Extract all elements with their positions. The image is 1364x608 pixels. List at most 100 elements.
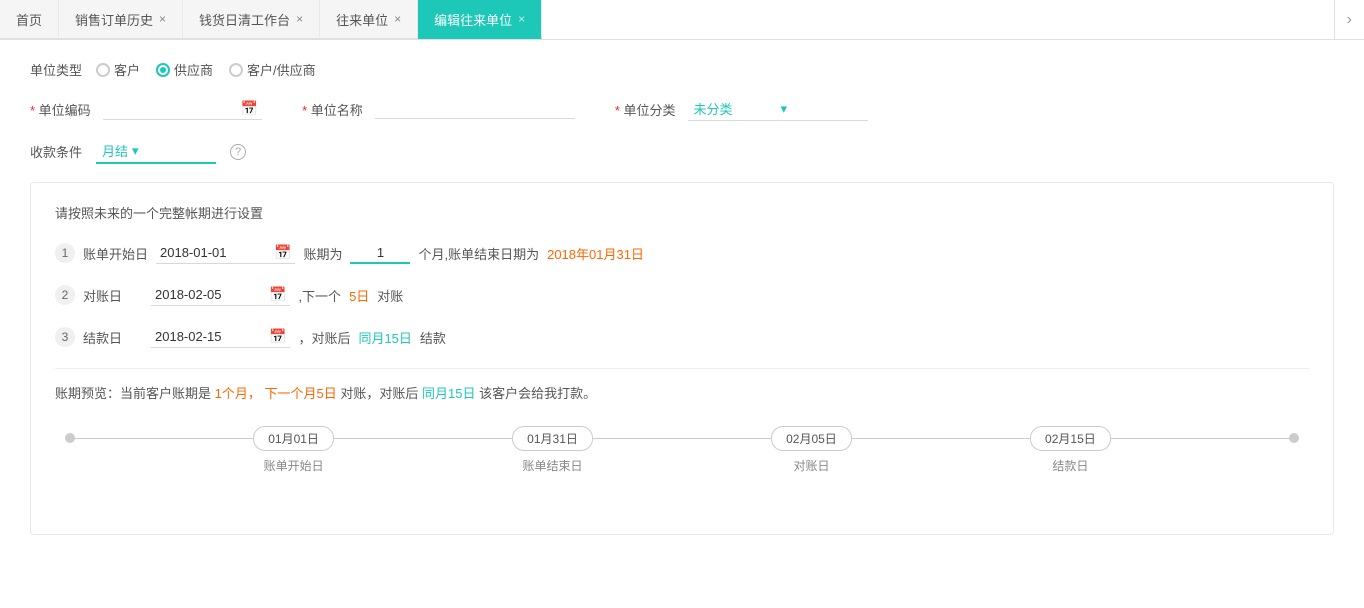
unit-code-field: 单位编码 000001 📅 [30, 98, 262, 120]
reconcile-date-input-wrapper: 📅 [151, 284, 290, 306]
tab-cash-work-label: 钱货日清工作台 [199, 10, 290, 29]
timeline-node-3: 02月05日 对账日 [771, 426, 852, 474]
tab-home-label: 首页 [16, 10, 42, 29]
calendar-icon-code[interactable]: 📅 [241, 100, 258, 117]
tab-home[interactable]: 首页 [0, 0, 59, 39]
timeline-badge-2: 01月31日 [512, 426, 593, 451]
tab-sales-history[interactable]: 销售订单历史 × [59, 0, 183, 39]
radio-both[interactable]: 客户/供应商 [229, 60, 316, 79]
period-input[interactable] [350, 243, 410, 264]
settlement-prefix: ，对账后 [298, 328, 350, 347]
reconcile-prefix: ,下一个 [298, 286, 341, 305]
unit-type-label: 单位类型 [30, 60, 82, 79]
settlement-highlight: 同月15日 [358, 328, 411, 347]
timeline-container: 01月01日 账单开始日 01月31日 账单结束日 02月05日 对账日 [55, 426, 1309, 514]
setting-label-2: 对账日 [83, 286, 143, 305]
unit-name-field: 单位名称 河南供应商22 [302, 99, 575, 119]
settlement-date-input[interactable] [155, 329, 265, 344]
settings-box: 请按照未来的一个完整帐期进行设置 1 账单开始日 📅 账期为 个月,账单结束日期… [30, 182, 1334, 535]
preview-text: 账期预览：当前客户账期是 1个月， 下一个月5日 对账，对账后 同月15日 该客… [55, 383, 1309, 402]
unit-name-input[interactable]: 河南供应商22 [375, 99, 575, 119]
close-edit-counterpart-icon[interactable]: × [518, 12, 525, 26]
timeline-dot-left [65, 433, 75, 443]
timeline-node-2: 01月31日 账单结束日 [512, 426, 593, 474]
close-cash-work-icon[interactable]: × [296, 12, 303, 26]
radio-both-label: 客户/供应商 [247, 60, 316, 79]
timeline-label-1: 账单开始日 [264, 457, 324, 474]
tab-sales-history-label: 销售订单历史 [75, 10, 153, 29]
radio-customer-label: 客户 [114, 60, 140, 79]
start-date-input-wrapper: 📅 [156, 242, 295, 264]
tab-cash-work[interactable]: 钱货日清工作台 × [183, 0, 320, 39]
unit-category-field: 单位分类 未分类 ▾ [615, 97, 868, 121]
timeline-badge-1: 01月01日 [253, 426, 334, 451]
timeline-label-3: 对账日 [793, 457, 829, 474]
dropdown-icon-payment: ▾ [132, 143, 139, 159]
unit-info-row: 单位编码 000001 📅 单位名称 河南供应商22 单位分类 未分类 ▾ [30, 97, 1334, 121]
reconcile-highlight: 5日 [349, 286, 369, 305]
reconcile-date-input[interactable] [155, 287, 265, 302]
radio-customer[interactable]: 客户 [96, 60, 140, 79]
setting-row-2: 2 对账日 📅 ,下一个 5日 对账 [55, 284, 1309, 306]
radio-supplier-label: 供应商 [174, 60, 213, 79]
payment-condition-row: 收款条件 月结 ▾ ? [30, 139, 1334, 164]
timeline-badge-3: 02月05日 [771, 426, 852, 451]
tab-edit-counterpart[interactable]: 编辑往来单位 × [418, 0, 542, 39]
settings-title: 请按照未来的一个完整帐期进行设置 [55, 203, 1309, 222]
preview-part4: 同月15日 [422, 386, 475, 401]
setting-row-1: 1 账单开始日 📅 账期为 个月,账单结束日期为 2018年01月31日 [55, 242, 1309, 264]
end-date-display: 2018年01月31日 [547, 244, 644, 263]
close-sales-history-icon[interactable]: × [159, 12, 166, 26]
help-icon[interactable]: ? [230, 144, 246, 160]
payment-condition-label: 收款条件 [30, 142, 82, 161]
setting-num-1: 1 [55, 243, 75, 263]
period-prefix-label: 账期为 [303, 244, 342, 263]
tab-counterpart[interactable]: 往来单位 × [320, 0, 418, 39]
timeline-items: 01月01日 账单开始日 01月31日 账单结束日 02月05日 对账日 [65, 426, 1299, 474]
calendar-icon-reconcile[interactable]: 📅 [269, 286, 286, 303]
preview-label: 账期预览：当前客户账期是 [55, 386, 211, 401]
calendar-icon-start[interactable]: 📅 [274, 244, 291, 261]
settlement-suffix: 结款 [420, 328, 446, 347]
unit-name-label: 单位名称 [302, 100, 363, 119]
start-date-input[interactable] [160, 245, 270, 260]
timeline-label-4: 结款日 [1052, 457, 1088, 474]
period-suffix-label: 个月,账单结束日期为 [418, 244, 539, 263]
preview-part3: 对账，对账后 [340, 386, 418, 401]
setting-num-3: 3 [55, 327, 75, 347]
close-counterpart-icon[interactable]: × [394, 12, 401, 26]
payment-condition-select[interactable]: 月结 ▾ [96, 139, 216, 164]
unit-code-input[interactable]: 000001 [107, 101, 237, 116]
timeline-dot-right [1289, 433, 1299, 443]
radio-supplier-circle [156, 63, 170, 77]
timeline-node-4: 02月15日 结款日 [1030, 426, 1111, 474]
preview-part2: 下一个月5日 [265, 386, 337, 401]
dropdown-icon-category: ▾ [781, 101, 862, 117]
preview-part5: 该客户会给我打款。 [479, 386, 596, 401]
unit-code-label: 单位编码 [30, 100, 91, 119]
radio-customer-circle [96, 63, 110, 77]
preview-part1: 1个月， [215, 386, 261, 401]
reconcile-suffix: 对账 [377, 286, 403, 305]
unit-code-input-wrapper: 000001 📅 [103, 98, 262, 120]
payment-condition-value: 月结 [102, 141, 128, 160]
radio-group-unit-type: 客户 供应商 客户/供应商 [96, 60, 316, 79]
tab-bar: 首页 销售订单历史 × 钱货日清工作台 × 往来单位 × 编辑往来单位 × › [0, 0, 1364, 40]
unit-category-select[interactable]: 未分类 ▾ [688, 97, 868, 121]
settlement-date-input-wrapper: 📅 [151, 326, 290, 348]
tab-counterpart-label: 往来单位 [336, 10, 388, 29]
radio-both-circle [229, 63, 243, 77]
setting-row-3: 3 结款日 📅 ，对账后 同月15日 结款 [55, 326, 1309, 348]
setting-num-2: 2 [55, 285, 75, 305]
unit-type-row: 单位类型 客户 供应商 客户/供应商 [30, 60, 1334, 79]
calendar-icon-settlement[interactable]: 📅 [269, 328, 286, 345]
timeline-badge-4: 02月15日 [1030, 426, 1111, 451]
setting-label-1: 账单开始日 [83, 244, 148, 263]
setting-label-3: 结款日 [83, 328, 143, 347]
radio-supplier[interactable]: 供应商 [156, 60, 213, 79]
timeline-label-2: 账单结束日 [523, 457, 583, 474]
preview-section: 账期预览：当前客户账期是 1个月， 下一个月5日 对账，对账后 同月15日 该客… [55, 368, 1309, 514]
unit-category-label: 单位分类 [615, 100, 676, 119]
tab-expand-button[interactable]: › [1334, 0, 1364, 39]
unit-category-value: 未分类 [694, 99, 775, 118]
